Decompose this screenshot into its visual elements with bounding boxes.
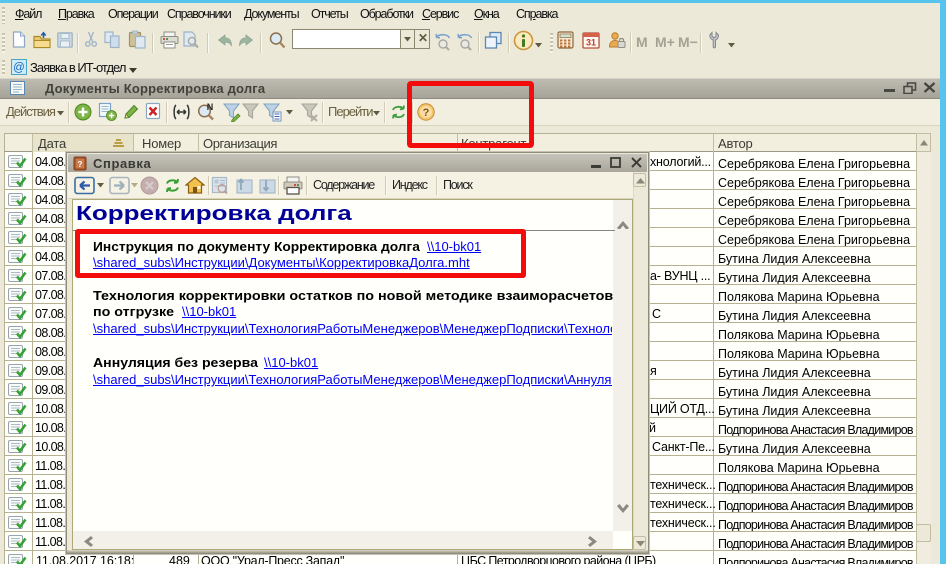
svg-text:N: N — [207, 102, 214, 112]
svg-text:@: @ — [13, 62, 25, 74]
svg-text:?: ? — [78, 160, 83, 169]
svg-text:31: 31 — [586, 38, 596, 48]
